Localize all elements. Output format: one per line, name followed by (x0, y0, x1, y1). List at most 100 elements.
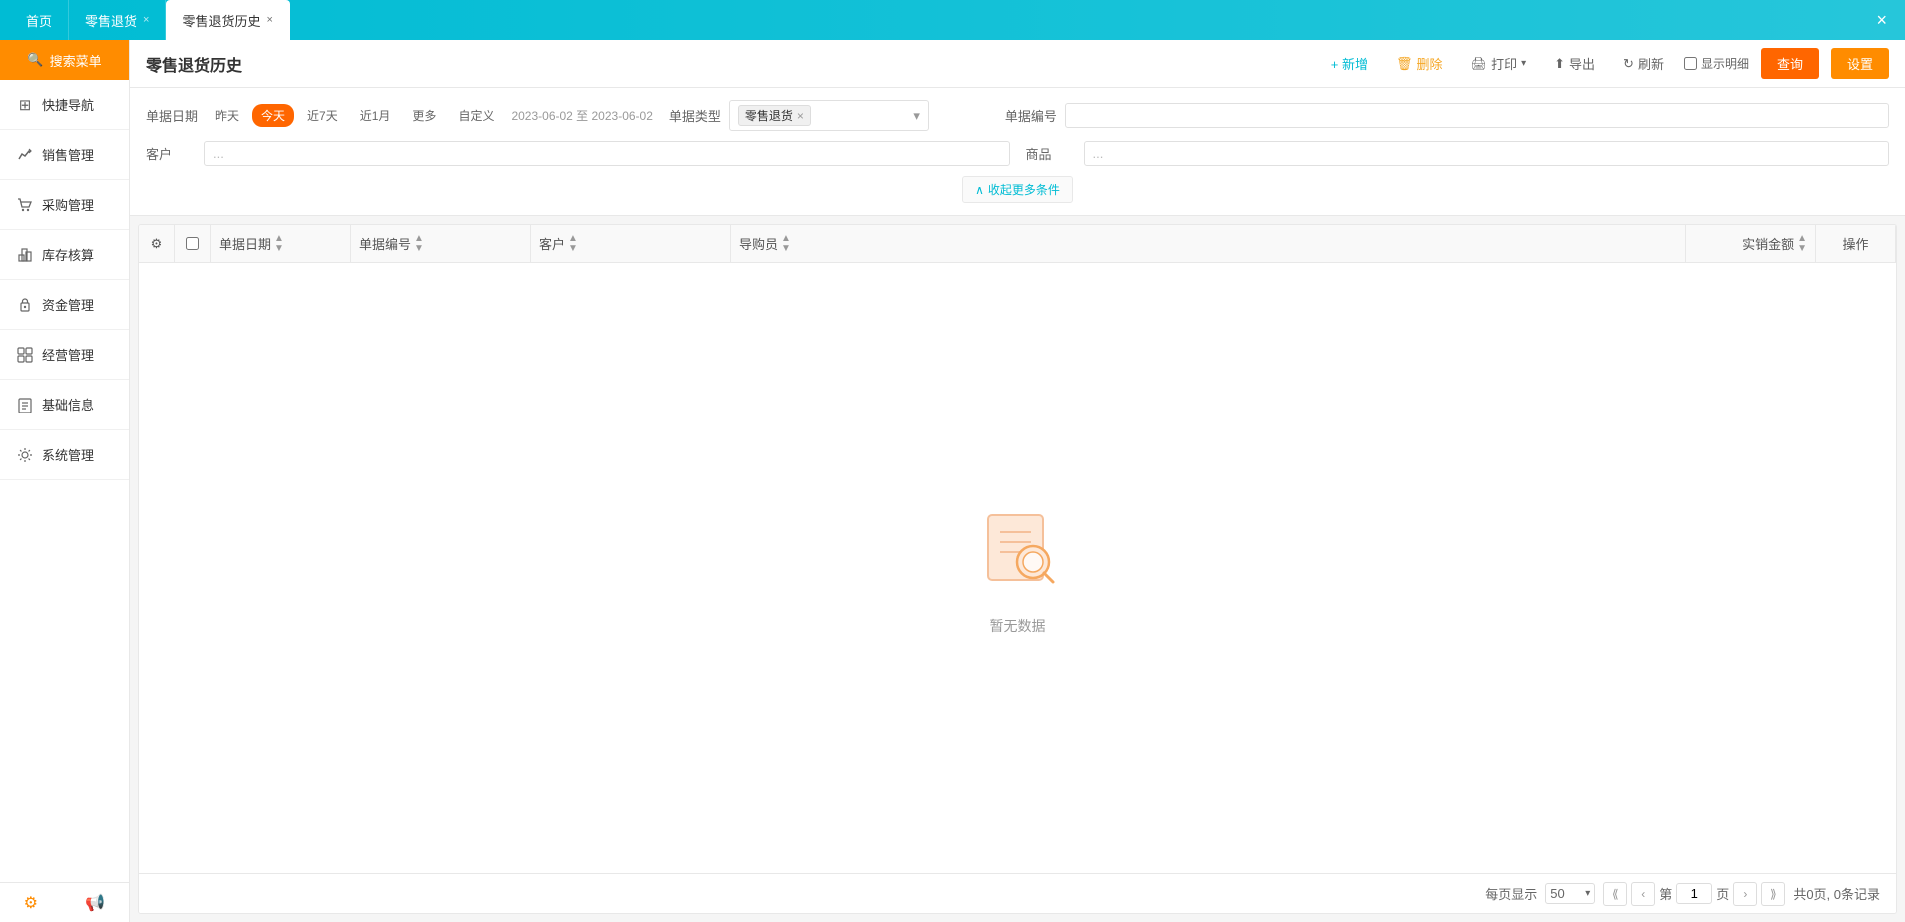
page-number-input[interactable] (1676, 883, 1712, 904)
page-label: 第 (1659, 884, 1672, 903)
table-area: ⚙ 单据日期 ▲▼ 单据编号 ▲▼ 客户 ▲▼ 导购员 (138, 224, 1897, 914)
th-guide[interactable]: 导购员 ▲▼ (731, 225, 1686, 262)
filter-voucher-type: 单据类型 零售退货 × ▾ (669, 100, 989, 131)
sort-amount-icon[interactable]: ▲▼ (1797, 234, 1807, 254)
date-btn-1month[interactable]: 近1月 (351, 104, 400, 127)
voucher-number-input[interactable] (1065, 103, 1889, 128)
tab-retail-return-close[interactable]: × (143, 14, 149, 26)
show-detail-checkbox[interactable]: 显示明细 (1684, 55, 1749, 72)
refresh-icon: ↻ (1623, 56, 1634, 72)
empty-icon (968, 500, 1068, 600)
sidebar-items: ⊞ 快捷导航 销售管理 采购管理 库存核算 (0, 80, 129, 882)
quick-nav-icon: ⊞ (16, 96, 34, 114)
sidebar-bottom: ⚙ 📢 (0, 882, 129, 922)
tab-retail-return-history-close[interactable]: × (266, 14, 272, 26)
date-btn-custom[interactable]: 自定义 (449, 104, 503, 127)
goods-input[interactable] (1084, 141, 1890, 166)
column-settings-icon[interactable]: ⚙ (151, 236, 163, 252)
filter-date-buttons: 昨天 今天 近7天 近1月 更多 自定义 (206, 104, 503, 127)
settings-button[interactable]: 设置 (1831, 48, 1889, 79)
date-btn-yesterday[interactable]: 昨天 (206, 104, 248, 127)
purchase-icon (16, 196, 34, 214)
main-layout: 🔍 搜索菜单 ⊞ 快捷导航 销售管理 采购管理 (0, 40, 1905, 922)
sidebar-item-quick-nav[interactable]: ⊞ 快捷导航 (0, 80, 129, 130)
delete-icon: 🗑 (1396, 56, 1413, 72)
page-size-select[interactable]: 50 ▾ (1545, 883, 1595, 904)
inventory-icon (16, 246, 34, 264)
tab-retail-return-history[interactable]: 零售退货历史 × (166, 0, 289, 40)
show-detail-input[interactable] (1684, 57, 1697, 70)
page-last-button[interactable]: ⟫ (1761, 882, 1785, 906)
th-number[interactable]: 单据编号 ▲▼ (351, 225, 531, 262)
filter-date: 单据日期 昨天 今天 近7天 近1月 更多 自定义 2023-06-02 至 2… (146, 104, 653, 127)
page-nav: ⟪ ‹ 第 页 › ⟫ (1603, 882, 1785, 906)
voucher-type-tag: 零售退货 × (738, 105, 811, 126)
sales-icon (16, 146, 34, 164)
filter-row-2: 客户 商品 (146, 141, 1889, 166)
sort-customer-icon[interactable]: ▲▼ (568, 234, 578, 254)
settings-bottom-icon[interactable]: ⚙ (24, 893, 38, 913)
print-button[interactable]: 🖨 打印 ▾ (1463, 50, 1535, 77)
date-btn-more[interactable]: 更多 (403, 104, 445, 127)
sidebar-item-inventory[interactable]: 库存核算 (0, 230, 129, 280)
basic-info-icon (16, 396, 34, 414)
table-header: ⚙ 单据日期 ▲▼ 单据编号 ▲▼ 客户 ▲▼ 导购员 (139, 225, 1896, 263)
sidebar-item-purchase[interactable]: 采购管理 (0, 180, 129, 230)
system-icon (16, 446, 34, 464)
tab-retail-return[interactable]: 零售退货 × (69, 0, 166, 40)
th-checkbox[interactable] (175, 225, 211, 262)
page-prev-button[interactable]: ‹ (1631, 882, 1655, 906)
volume-bottom-icon[interactable]: 📢 (85, 893, 105, 913)
sidebar-search[interactable]: 🔍 搜索菜单 (0, 40, 129, 80)
tab-home[interactable]: 首页 (10, 0, 69, 40)
date-btn-today[interactable]: 今天 (252, 104, 294, 127)
search-icon: 🔍 (27, 52, 43, 68)
customer-input[interactable] (204, 141, 1010, 166)
sort-date-icon[interactable]: ▲▼ (274, 234, 284, 254)
per-page-label: 每页显示 (1485, 884, 1537, 903)
export-icon: ⬆ (1554, 56, 1565, 72)
query-button[interactable]: 查询 (1761, 48, 1819, 79)
content-area: 零售退货历史 + 新增 🗑 删除 🖨 打印 ▾ ⬆ 导出 (130, 40, 1905, 922)
finance-icon (16, 296, 34, 314)
page-size-chevron: ▾ (1585, 888, 1590, 899)
sidebar-item-basic-info[interactable]: 基础信息 (0, 380, 129, 430)
page-header: 零售退货历史 + 新增 🗑 删除 🖨 打印 ▾ ⬆ 导出 (130, 40, 1905, 88)
empty-text: 暂无数据 (990, 616, 1046, 636)
th-date[interactable]: 单据日期 ▲▼ (211, 225, 351, 262)
tab-bar: 首页 零售退货 × 零售退货历史 × (10, 0, 1868, 40)
filter-row-1: 单据日期 昨天 今天 近7天 近1月 更多 自定义 2023-06-02 至 2… (146, 100, 1889, 131)
sidebar-item-finance[interactable]: 资金管理 (0, 280, 129, 330)
th-customer[interactable]: 客户 ▲▼ (531, 225, 731, 262)
new-button[interactable]: + 新增 (1323, 50, 1376, 77)
filter-area: 单据日期 昨天 今天 近7天 近1月 更多 自定义 2023-06-02 至 2… (130, 88, 1905, 216)
filter-voucher-number: 单据编号 (1005, 103, 1889, 128)
sidebar: 🔍 搜索菜单 ⊞ 快捷导航 销售管理 采购管理 (0, 40, 130, 922)
th-op: 操作 (1816, 225, 1896, 262)
voucher-type-select[interactable]: 零售退货 × ▾ (729, 100, 929, 131)
collapse-up-icon: ∧ (975, 183, 984, 197)
filter-goods: 商品 (1026, 141, 1890, 166)
top-bar: 首页 零售退货 × 零售退货历史 × × (0, 0, 1905, 40)
export-button[interactable]: ⬆ 导出 (1546, 50, 1603, 77)
sort-number-icon[interactable]: ▲▼ (414, 234, 424, 254)
select-all-checkbox[interactable] (186, 237, 199, 250)
sidebar-item-sales[interactable]: 销售管理 (0, 130, 129, 180)
page-title: 零售退货历史 (146, 52, 242, 76)
refresh-button[interactable]: ↻ 刷新 (1615, 50, 1672, 77)
delete-button[interactable]: 🗑 删除 (1388, 50, 1451, 77)
pagination: 每页显示 50 ▾ ⟪ ‹ 第 页 › ⟫ 共0页, 0条记录 (139, 873, 1896, 913)
window-close-button[interactable]: × (1868, 10, 1895, 31)
voucher-type-chevron: ▾ (913, 108, 920, 124)
page-unit: 页 (1716, 884, 1729, 903)
page-next-button[interactable]: › (1733, 882, 1757, 906)
collapse-button[interactable]: ∧ 收起更多条件 (962, 176, 1073, 203)
sort-guide-icon[interactable]: ▲▼ (781, 234, 791, 254)
sidebar-item-operations[interactable]: 经营管理 (0, 330, 129, 380)
th-settings[interactable]: ⚙ (139, 225, 175, 262)
sidebar-item-system[interactable]: 系统管理 (0, 430, 129, 480)
date-btn-7days[interactable]: 近7天 (298, 104, 347, 127)
page-first-button[interactable]: ⟪ (1603, 882, 1627, 906)
voucher-type-remove-icon[interactable]: × (797, 109, 804, 123)
th-amount[interactable]: 实销金额 ▲▼ (1686, 225, 1816, 262)
